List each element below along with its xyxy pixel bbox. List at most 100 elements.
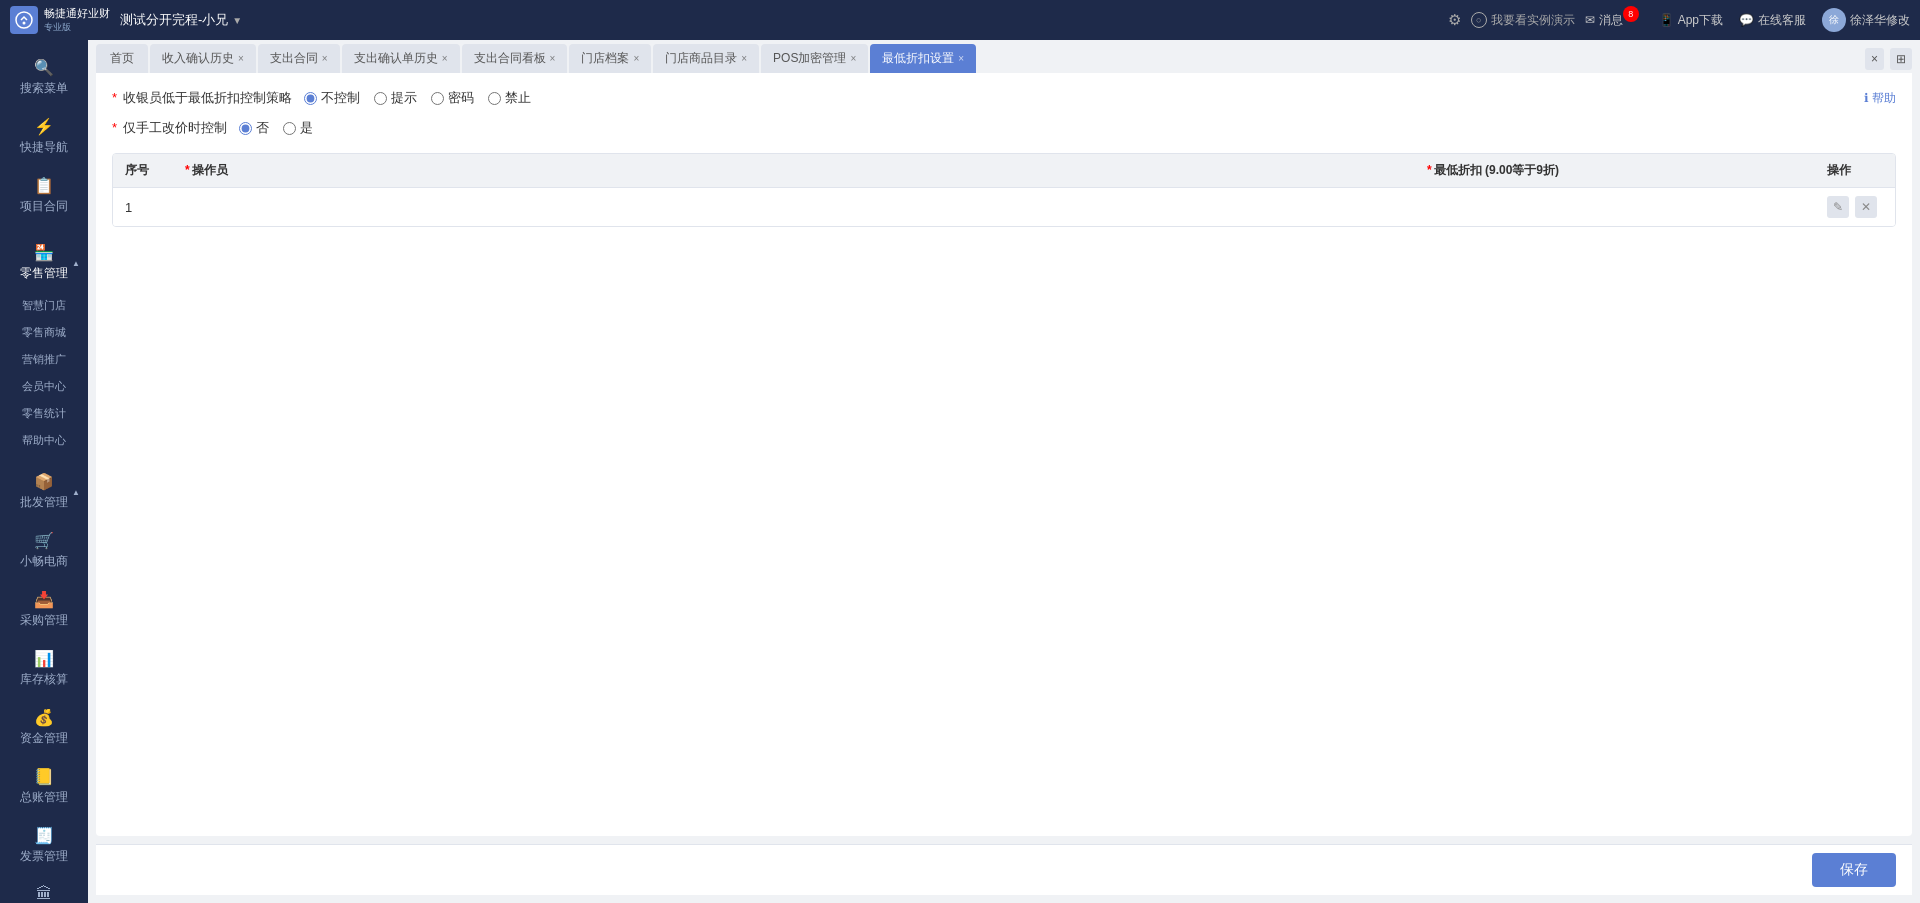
field1-option-password[interactable]: 密码 xyxy=(431,89,474,107)
field2-label: * 仅手工改价时控制 xyxy=(112,119,227,137)
inventory-icon: 📊 xyxy=(34,649,54,668)
sidebar-item-ecommerce[interactable]: 🛒 小畅电商 xyxy=(0,521,88,580)
tab-min-discount[interactable]: 最低折扣设置 × xyxy=(870,44,976,73)
tab-maximize-button[interactable]: ⊞ xyxy=(1890,48,1912,70)
tab-store-files-close[interactable]: × xyxy=(633,53,639,64)
sidebar-item-ledger[interactable]: 📒 总账管理 xyxy=(0,757,88,816)
tab-store-files[interactable]: 门店档案 × xyxy=(569,44,651,73)
sidebar-label-retail: 零售管理 xyxy=(20,265,68,282)
form-section: * 收银员低于最低折扣控制策略 不控制 提示 xyxy=(112,89,1896,137)
field1-radio-prompt[interactable] xyxy=(374,92,387,105)
invoice-icon: 🧾 xyxy=(34,826,54,845)
sidebar-item-smart-store[interactable]: 智慧门店 xyxy=(0,292,88,319)
demo-link[interactable]: ○ 我要看实例演示 xyxy=(1471,12,1575,29)
svg-point-0 xyxy=(16,12,32,28)
tab-pos-encrypt[interactable]: POS加密管理 × xyxy=(761,44,868,73)
tab-income-history[interactable]: 收入确认历史 × xyxy=(150,44,256,73)
field2-radio-no[interactable] xyxy=(239,122,252,135)
save-button[interactable]: 保存 xyxy=(1812,853,1896,887)
field1-option-forbid[interactable]: 禁止 xyxy=(488,89,531,107)
project-dropdown-icon: ▼ xyxy=(232,15,242,26)
svg-point-1 xyxy=(23,22,26,25)
message-icon: ✉ xyxy=(1585,13,1595,27)
online-support-button[interactable]: 💬 在线客服 xyxy=(1739,12,1806,29)
field1-option-no-control[interactable]: 不控制 xyxy=(304,89,360,107)
field1-radio-forbid[interactable] xyxy=(488,92,501,105)
cell-action: ✎ ✕ xyxy=(1815,188,1895,227)
sidebar-item-finance[interactable]: 💰 资金管理 xyxy=(0,698,88,757)
tab-min-discount-label: 最低折扣设置 xyxy=(882,50,954,67)
sidebar-label-purchase: 采购管理 xyxy=(20,612,68,629)
settings-icon[interactable]: ⚙ xyxy=(1448,11,1461,29)
data-table-wrapper: 序号 *操作员 *最低折扣 (9.00等于9折) 操作 1 xyxy=(112,153,1896,227)
sidebar-item-help[interactable]: 帮助中心 xyxy=(0,427,88,454)
sidebar-label-inventory: 库存核算 xyxy=(20,671,68,688)
sidebar-item-contract[interactable]: 📋 项目合同 xyxy=(0,166,88,225)
sidebar-item-inventory[interactable]: 📊 库存核算 xyxy=(0,639,88,698)
sidebar-item-tax[interactable]: 🏛 税务管理 xyxy=(0,875,88,903)
ledger-icon: 📒 xyxy=(34,767,54,786)
tab-close-all-button[interactable]: × xyxy=(1865,48,1884,70)
retail-stat-label: 零售统计 xyxy=(22,406,66,421)
sidebar-label-finance: 资金管理 xyxy=(20,730,68,747)
tab-pos-encrypt-close[interactable]: × xyxy=(850,53,856,64)
quicknav-icon: ⚡ xyxy=(34,117,54,136)
sidebar-item-purchase[interactable]: 📥 采购管理 xyxy=(0,580,88,639)
sidebar-item-search[interactable]: 🔍 搜索菜单 xyxy=(0,48,88,107)
sidebar-item-invoice[interactable]: 🧾 发票管理 xyxy=(0,816,88,875)
tab-store-catalog[interactable]: 门店商品目录 × xyxy=(653,44,759,73)
field2-option-no[interactable]: 否 xyxy=(239,119,269,137)
field1-radio-no-control[interactable] xyxy=(304,92,317,105)
cell-seq: 1 xyxy=(113,188,173,227)
tab-income-history-close[interactable]: × xyxy=(238,53,244,64)
sidebar-item-retail-stat[interactable]: 零售统计 xyxy=(0,400,88,427)
ecommerce-icon: 🛒 xyxy=(34,531,54,550)
field1-option-prompt[interactable]: 提示 xyxy=(374,89,417,107)
tab-expense-contract-close[interactable]: × xyxy=(322,53,328,64)
field2-option-yes[interactable]: 是 xyxy=(283,119,313,137)
page-content: * 收银员低于最低折扣控制策略 不控制 提示 xyxy=(96,73,1912,836)
field2-radio-group: 否 是 xyxy=(239,119,313,137)
discount-table: 序号 *操作员 *最低折扣 (9.00等于9折) 操作 1 xyxy=(113,154,1895,226)
sidebar-item-quicknav[interactable]: ⚡ 快捷导航 xyxy=(0,107,88,166)
sidebar-label-ecommerce: 小畅电商 xyxy=(20,553,68,570)
smart-store-label: 智慧门店 xyxy=(22,298,66,313)
user-profile[interactable]: 徐 徐泽华修改 xyxy=(1822,8,1910,32)
online-support-label: 在线客服 xyxy=(1758,12,1806,29)
tab-income-history-label: 收入确认历史 xyxy=(162,50,234,67)
tab-expense-contract-board[interactable]: 支出合同看板 × xyxy=(462,44,568,73)
field1-option-password-label: 密码 xyxy=(448,89,474,107)
tab-home[interactable]: 首页 xyxy=(96,44,148,73)
help-label: 帮助 xyxy=(1872,90,1896,107)
sidebar-label-ledger: 总账管理 xyxy=(20,789,68,806)
field2-option-no-label: 否 xyxy=(256,119,269,137)
project-name: 测试分开完程-小兄 xyxy=(120,11,228,29)
sidebar-item-mall[interactable]: 零售商城 xyxy=(0,319,88,346)
member-label: 会员中心 xyxy=(22,379,66,394)
tab-min-discount-close[interactable]: × xyxy=(958,53,964,64)
tab-expense-contract-board-close[interactable]: × xyxy=(550,53,556,64)
help-link[interactable]: ℹ 帮助 xyxy=(1864,90,1896,107)
tab-store-catalog-close[interactable]: × xyxy=(741,53,747,64)
col-header-operator: *操作员 xyxy=(173,154,1415,188)
sidebar-item-wholesale[interactable]: 📦 批发管理 xyxy=(0,462,88,521)
topbar: 畅捷通好业财 专业版 测试分开完程-小兄 ▼ ⚙ ○ 我要看实例演示 ✉ 消息 … xyxy=(0,0,1920,40)
field1-radio-password[interactable] xyxy=(431,92,444,105)
field2-required-mark: * xyxy=(112,120,117,135)
project-selector[interactable]: 测试分开完程-小兄 ▼ xyxy=(120,11,1438,29)
sidebar-item-member[interactable]: 会员中心 xyxy=(0,373,88,400)
topbar-right: ✉ 消息 8 📱 App下载 💬 在线客服 徐 徐泽华修改 xyxy=(1585,8,1910,32)
marketing-label: 营销推广 xyxy=(22,352,66,367)
tab-expense-contract[interactable]: 支出合同 × xyxy=(258,44,340,73)
tab-expense-confirm-history[interactable]: 支出确认单历史 × xyxy=(342,44,460,73)
field2-radio-yes[interactable] xyxy=(283,122,296,135)
delete-row-button[interactable]: ✕ xyxy=(1855,196,1877,218)
edit-row-button[interactable]: ✎ xyxy=(1827,196,1849,218)
messages-button[interactable]: ✉ 消息 8 xyxy=(1585,12,1643,29)
sidebar-item-marketing[interactable]: 营销推广 xyxy=(0,346,88,373)
app-download-button[interactable]: 📱 App下载 xyxy=(1659,12,1723,29)
tab-expense-confirm-history-label: 支出确认单历史 xyxy=(354,50,438,67)
sidebar-item-retail[interactable]: 🏪 零售管理 xyxy=(0,233,88,292)
tab-expense-confirm-history-close[interactable]: × xyxy=(442,53,448,64)
messages-label: 消息 xyxy=(1599,12,1623,29)
